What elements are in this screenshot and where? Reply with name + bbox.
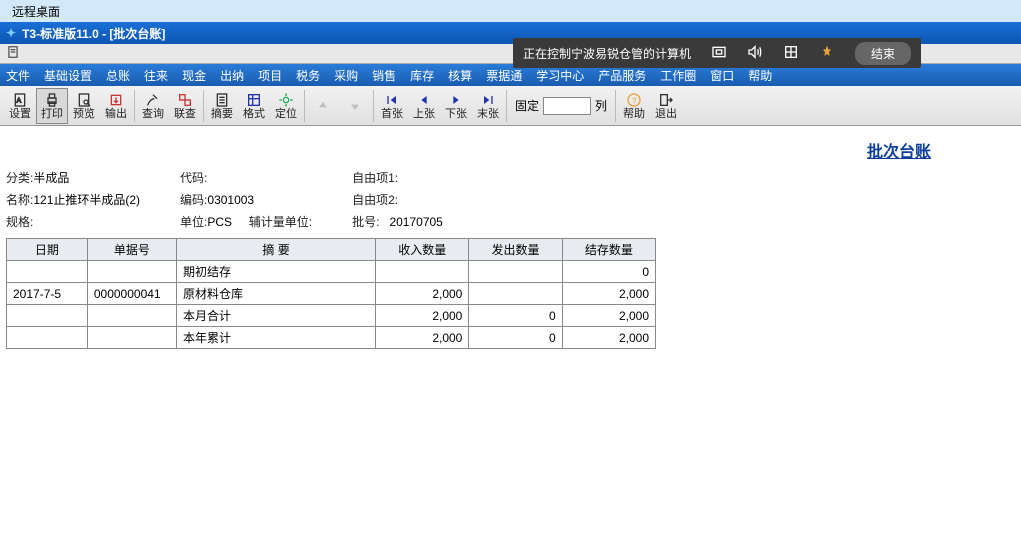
format-button[interactable]: 格式: [238, 88, 270, 124]
help-button[interactable]: ?帮助: [618, 88, 650, 124]
toolbar-sep-5: [506, 90, 507, 122]
menu-sales[interactable]: 销售: [372, 67, 396, 84]
menu-cash[interactable]: 现金: [182, 67, 206, 84]
name-label: 名称:: [6, 193, 33, 207]
summary-button[interactable]: 摘要: [206, 88, 238, 124]
th-docno: 单据号: [87, 239, 176, 261]
menu-workspace[interactable]: 工作圈: [660, 67, 696, 84]
control-status: 正在控制宁波易锐仓管的计算机: [523, 45, 691, 62]
menu-products[interactable]: 产品服务: [598, 67, 646, 84]
spec-label: 规格:: [6, 215, 33, 229]
col-label: 列: [595, 97, 607, 114]
table-body: 期初结存0 2017-7-50000000041原材料仓库2,0002,000 …: [7, 261, 656, 349]
table-row: 2017-7-50000000041原材料仓库2,0002,000: [7, 283, 656, 305]
menu-purchase[interactable]: 采购: [334, 67, 358, 84]
ledger-table: 日期 单据号 摘 要 收入数量 发出数量 结存数量 期初结存0 2017-7-5…: [6, 238, 656, 349]
th-out: 发出数量: [469, 239, 562, 261]
th-desc: 摘 要: [177, 239, 376, 261]
th-date: 日期: [7, 239, 88, 261]
volume-icon[interactable]: [747, 44, 763, 63]
export-button[interactable]: 输出: [100, 88, 132, 124]
th-bal: 结存数量: [562, 239, 655, 261]
prev-page-button[interactable]: 上张: [408, 88, 440, 124]
sn-value: 0301003: [207, 193, 254, 207]
menu-learning[interactable]: 学习中心: [536, 67, 584, 84]
menu-bills[interactable]: 票据通: [486, 67, 522, 84]
menu-general-ledger[interactable]: 总账: [106, 67, 130, 84]
menu-help[interactable]: 帮助: [748, 67, 772, 84]
end-button[interactable]: 结束: [855, 42, 911, 65]
menu-basic-settings[interactable]: 基础设置: [44, 67, 92, 84]
document-icon[interactable]: [6, 45, 20, 62]
batch-value: 20170705: [389, 215, 442, 229]
name-value: 121止推环半成品(2): [33, 193, 140, 207]
header-fields: 分类:半成品 名称:121止推环半成品(2) 规格: 代码: 编码:030100…: [6, 168, 1009, 232]
row-down-button: [339, 88, 371, 124]
table-row: 本月合计2,00002,000: [7, 305, 656, 327]
unit-value: PCS: [207, 215, 232, 229]
toolbar-sep-2: [203, 90, 204, 122]
fixed-column-input[interactable]: [543, 97, 591, 115]
pin-icon[interactable]: [819, 44, 835, 63]
menu-inventory[interactable]: 库存: [410, 67, 434, 84]
remote-control-bar: 正在控制宁波易锐仓管的计算机 结束: [513, 38, 921, 68]
fullscreen-icon[interactable]: [711, 44, 727, 63]
last-page-button[interactable]: 末张: [472, 88, 504, 124]
fixed-label: 固定: [515, 97, 539, 114]
fixed-column-box: 固定 列: [515, 97, 607, 115]
app-title: T3-标准版11.0 - [批次台账]: [22, 25, 165, 42]
first-page-button[interactable]: 首张: [376, 88, 408, 124]
toolbar-sep-6: [615, 90, 616, 122]
svg-text:?: ?: [632, 96, 637, 105]
exit-button[interactable]: 退出: [650, 88, 682, 124]
menu-costing[interactable]: 核算: [448, 67, 472, 84]
window-icon[interactable]: [783, 44, 799, 63]
menu-tax[interactable]: 税务: [296, 67, 320, 84]
toolbar-sep-1: [134, 90, 135, 122]
category-label: 分类:: [6, 171, 33, 185]
preview-button[interactable]: 预览: [68, 88, 100, 124]
batch-label: 批号:: [352, 215, 379, 229]
toolbar: A设置 打印 预览 输出 查询 联查 摘要 格式 定位 首张 上张 下张 末张 …: [0, 86, 1021, 126]
menu-receivables[interactable]: 往来: [144, 67, 168, 84]
aux-unit-label: 辅计量单位:: [249, 215, 312, 229]
menu-project[interactable]: 项目: [258, 67, 282, 84]
free2-label: 自由项2:: [352, 193, 398, 207]
query-button[interactable]: 查询: [137, 88, 169, 124]
unit-label: 单位:: [180, 215, 207, 229]
table-row: 期初结存0: [7, 261, 656, 283]
table-row: 本年累计2,00002,000: [7, 327, 656, 349]
remote-title: 远程桌面: [12, 3, 60, 20]
menu-file[interactable]: 文件: [6, 67, 30, 84]
app-icon: ✦: [6, 26, 16, 40]
free1-label: 自由项1:: [352, 171, 398, 185]
related-button[interactable]: 联查: [169, 88, 201, 124]
content-area: 批次台账 分类:半成品 名称:121止推环半成品(2) 规格: 代码: 编码:0…: [0, 126, 1021, 349]
toolbar-sep-4: [373, 90, 374, 122]
next-page-button[interactable]: 下张: [440, 88, 472, 124]
svg-text:A: A: [17, 97, 22, 104]
page-heading: 批次台账: [867, 138, 931, 162]
print-button[interactable]: 打印: [36, 88, 68, 124]
code-label: 代码:: [180, 171, 207, 185]
menu-window[interactable]: 窗口: [710, 67, 734, 84]
th-in: 收入数量: [376, 239, 469, 261]
toolbar-sep-3: [304, 90, 305, 122]
table-header-row: 日期 单据号 摘 要 收入数量 发出数量 结存数量: [7, 239, 656, 261]
menu-cashier[interactable]: 出纳: [220, 67, 244, 84]
settings-button[interactable]: A设置: [4, 88, 36, 124]
remote-desktop-titlebar: 远程桌面: [0, 0, 1021, 22]
row-up-button: [307, 88, 339, 124]
category-value: 半成品: [33, 171, 69, 185]
sn-label: 编码:: [180, 193, 207, 207]
locate-button[interactable]: 定位: [270, 88, 302, 124]
